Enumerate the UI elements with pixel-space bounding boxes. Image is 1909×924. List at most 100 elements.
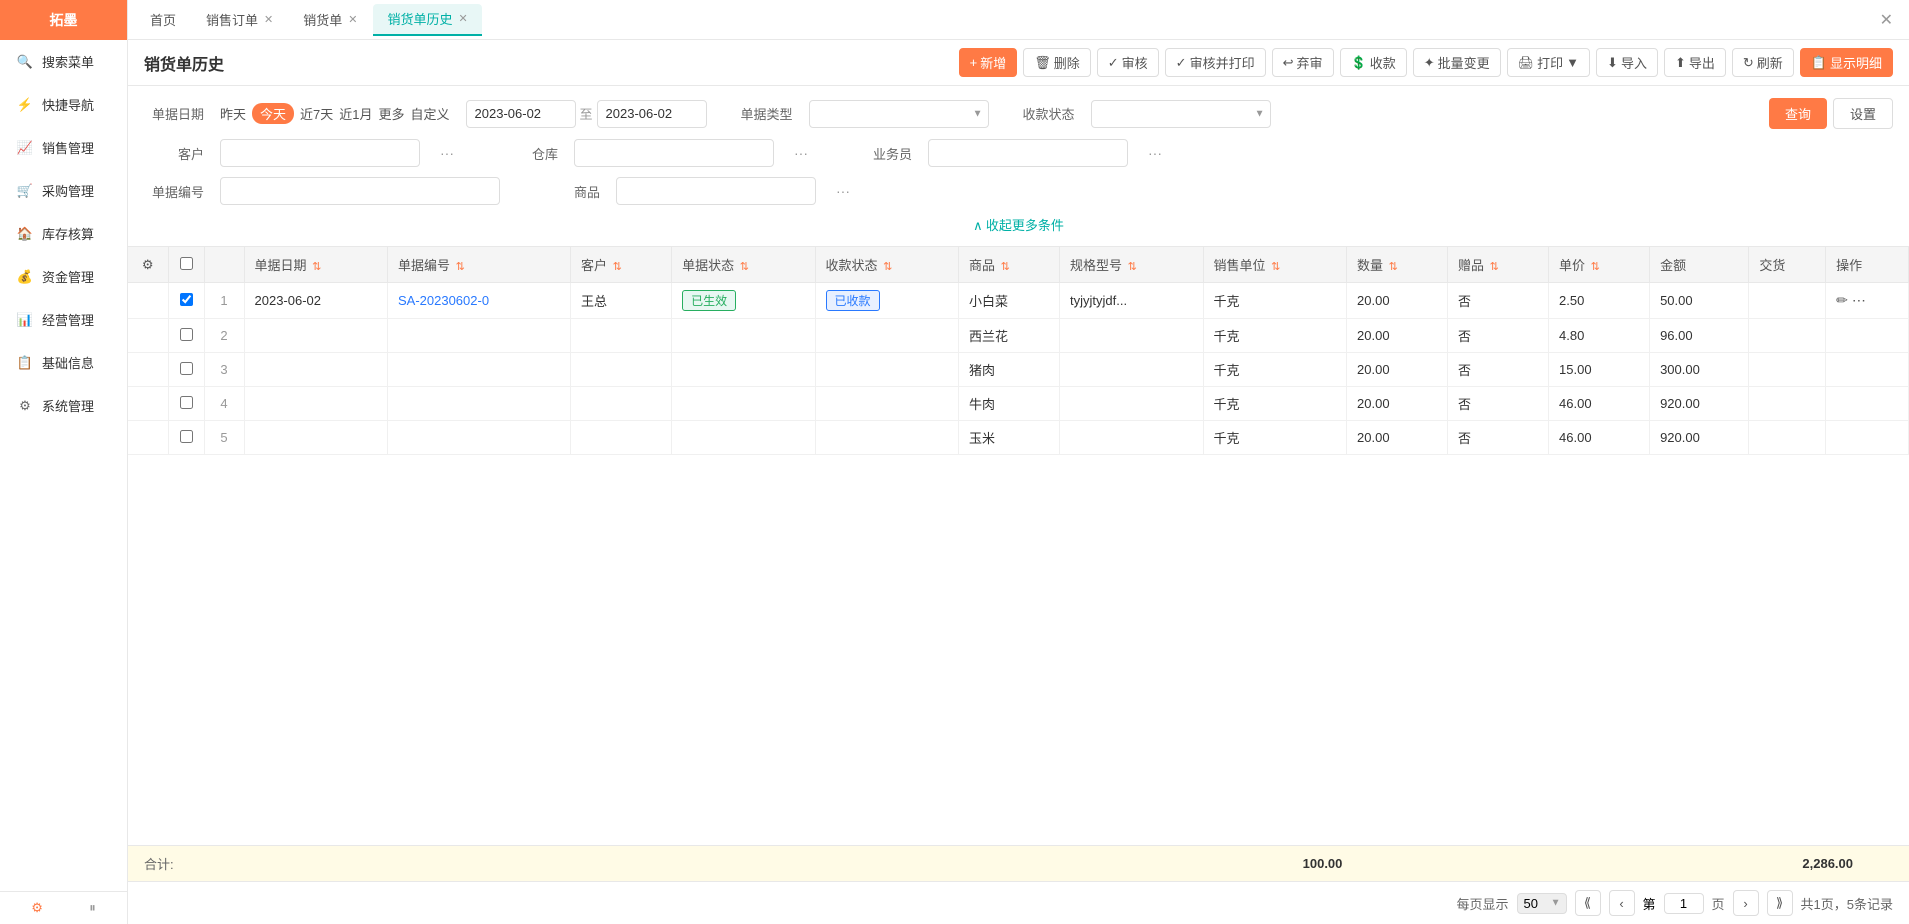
col-spec-type[interactable]: 规格型号 ⇅	[1060, 247, 1203, 283]
col-unit-price[interactable]: 单价 ⇅	[1549, 247, 1650, 283]
row-checkbox[interactable]	[180, 396, 193, 409]
sidebar-item-basic-info[interactable]: 📋 基础信息	[0, 341, 127, 384]
row-num-cell: 5	[204, 421, 244, 455]
shortcut-custom[interactable]: 自定义	[411, 104, 450, 123]
customer-dots-button[interactable]: ···	[436, 145, 458, 161]
sidebar-item-purchase-mgmt[interactable]: 🛒 采购管理	[0, 169, 127, 212]
row-checkbox[interactable]	[180, 430, 193, 443]
col-doc-no[interactable]: 单据编号 ⇅	[387, 247, 570, 283]
sales-unit-cell: 千克	[1203, 387, 1346, 421]
spec-type-cell	[1060, 319, 1203, 353]
export-button[interactable]: ⬆ 导出	[1664, 48, 1726, 77]
close-all-button[interactable]: ✕	[1872, 6, 1901, 34]
sidebar: 拓墨 🔍 搜索菜单 ⚡ 快捷导航 📈 销售管理 🛒 采购管理 🏠 库存核算 💰 …	[0, 0, 128, 924]
row-num-cell: 4	[204, 387, 244, 421]
sidebar-item-sales-mgmt[interactable]: 📈 销售管理	[0, 126, 127, 169]
discard-button[interactable]: ↩ 弃审	[1272, 48, 1334, 77]
print-icon: 🖨	[1518, 55, 1535, 71]
delete-button[interactable]: 🗑 删除	[1023, 48, 1091, 77]
col-doc-date[interactable]: 单据日期 ⇅	[244, 247, 387, 283]
date-to-input[interactable]	[597, 100, 707, 128]
date-from-input[interactable]	[466, 100, 576, 128]
current-page-input[interactable]	[1664, 893, 1704, 914]
doc-type-select-wrapper	[809, 100, 989, 128]
warehouse-input[interactable]	[574, 139, 774, 167]
refresh-button[interactable]: ↻ 刷新	[1732, 48, 1794, 77]
tab-sales-history-close[interactable]: ✕	[459, 12, 468, 25]
sidebar-item-ops-mgmt[interactable]: 📊 经营管理	[0, 298, 127, 341]
goods-input[interactable]	[616, 177, 816, 205]
shortcut-1month[interactable]: 近1月	[339, 104, 372, 123]
col-collect-status[interactable]: 收款状态 ⇅	[815, 247, 958, 283]
col-customer[interactable]: 客户 ⇅	[571, 247, 672, 283]
add-button[interactable]: + 新增	[959, 48, 1018, 77]
doc-no-input[interactable]	[220, 177, 500, 205]
col-goods[interactable]: 商品 ⇅	[959, 247, 1060, 283]
first-page-button[interactable]: ⟪	[1575, 890, 1601, 916]
col-sales-unit[interactable]: 销售单位 ⇅	[1203, 247, 1346, 283]
audit-button[interactable]: ✓ 审核	[1097, 48, 1159, 77]
show-detail-button[interactable]: 📋 显示明细	[1800, 48, 1893, 77]
salesperson-dots-button[interactable]: ···	[1144, 145, 1166, 161]
sidebar-item-inventory-calc[interactable]: 🏠 库存核算	[0, 212, 127, 255]
batch-change-button[interactable]: ✦ 批量变更	[1413, 48, 1501, 77]
collapse-icon[interactable]: ⏸	[89, 900, 96, 916]
page-size-select[interactable]: 50 100	[1517, 893, 1567, 914]
shortcut-yesterday[interactable]: 昨天	[220, 104, 246, 123]
sidebar-item-finance-mgmt[interactable]: 💰 资金管理	[0, 255, 127, 298]
export-label: 导出	[1689, 53, 1715, 72]
amount-cell: 50.00	[1650, 283, 1749, 319]
warehouse-label: 仓库	[498, 144, 558, 163]
settings-icon[interactable]: ⚙	[31, 900, 43, 916]
warehouse-dots-button[interactable]: ···	[790, 145, 812, 161]
more-icon[interactable]: ⋯	[1852, 292, 1866, 309]
shortcut-more[interactable]: 更多	[379, 104, 405, 123]
doc-status-badge: 已生效	[682, 290, 736, 311]
collect-button[interactable]: 💲 收款	[1340, 48, 1407, 77]
col-quantity[interactable]: 数量 ⇅	[1347, 247, 1448, 283]
salesperson-input[interactable]	[928, 139, 1128, 167]
collapse-button[interactable]: ∧ 收起更多条件	[144, 215, 1893, 234]
tab-home[interactable]: 首页	[136, 4, 190, 36]
edit-icon[interactable]: ✏	[1836, 292, 1848, 309]
gift-cell: 否	[1448, 387, 1549, 421]
tab-sales-delivery-close[interactable]: ✕	[348, 13, 357, 26]
doc-no-cell	[387, 353, 570, 387]
col-gift[interactable]: 赠品 ⇅	[1448, 247, 1549, 283]
tab-sales-history[interactable]: 销货单历史 ✕	[373, 4, 481, 36]
print-button[interactable]: 🖨 打印 ▼	[1507, 48, 1590, 77]
customer-input[interactable]	[220, 139, 420, 167]
audit-print-button[interactable]: ✓ 审核并打印	[1165, 48, 1266, 77]
prev-page-button[interactable]: ‹	[1609, 890, 1635, 916]
sidebar-item-quick-nav[interactable]: ⚡ 快捷导航	[0, 83, 127, 126]
row-checkbox[interactable]	[180, 328, 193, 341]
import-button[interactable]: ⬇ 导入	[1596, 48, 1658, 77]
show-detail-label: 显示明细	[1830, 53, 1882, 72]
cart-icon: 🛒	[16, 182, 34, 200]
last-page-button[interactable]: ⟫	[1767, 890, 1793, 916]
next-page-button[interactable]: ›	[1733, 890, 1759, 916]
sidebar-item-search-menu[interactable]: 🔍 搜索菜单	[0, 40, 127, 83]
home-icon: 🏠	[16, 225, 34, 243]
doc-type-select[interactable]	[809, 100, 989, 128]
tab-sales-order-close[interactable]: ✕	[264, 13, 273, 26]
collect-status-select[interactable]	[1091, 100, 1271, 128]
doc-status-cell	[672, 353, 815, 387]
shortcut-7days[interactable]: 近7天	[300, 104, 333, 123]
settings-button[interactable]: 设置	[1833, 98, 1893, 129]
row-checkbox[interactable]	[180, 293, 193, 306]
action-icons: ✏ ⋯	[1836, 292, 1898, 309]
query-button[interactable]: 查询	[1769, 98, 1827, 129]
tab-sales-order[interactable]: 销售订单 ✕	[192, 4, 287, 36]
tab-sales-delivery[interactable]: 销货单 ✕	[289, 4, 371, 36]
sidebar-item-sys-mgmt[interactable]: ⚙ 系统管理	[0, 384, 127, 427]
row-num-cell: 1	[204, 283, 244, 319]
goods-dots-button[interactable]: ···	[832, 183, 854, 199]
select-all-checkbox[interactable]	[180, 257, 193, 270]
col-settings-cell	[128, 319, 168, 353]
row-checkbox[interactable]	[180, 362, 193, 375]
doc-no-link[interactable]: SA-20230602-0	[398, 293, 489, 308]
col-settings[interactable]: ⚙	[128, 247, 168, 283]
col-doc-status[interactable]: 单据状态 ⇅	[672, 247, 815, 283]
shortcut-today[interactable]: 今天	[252, 103, 294, 124]
